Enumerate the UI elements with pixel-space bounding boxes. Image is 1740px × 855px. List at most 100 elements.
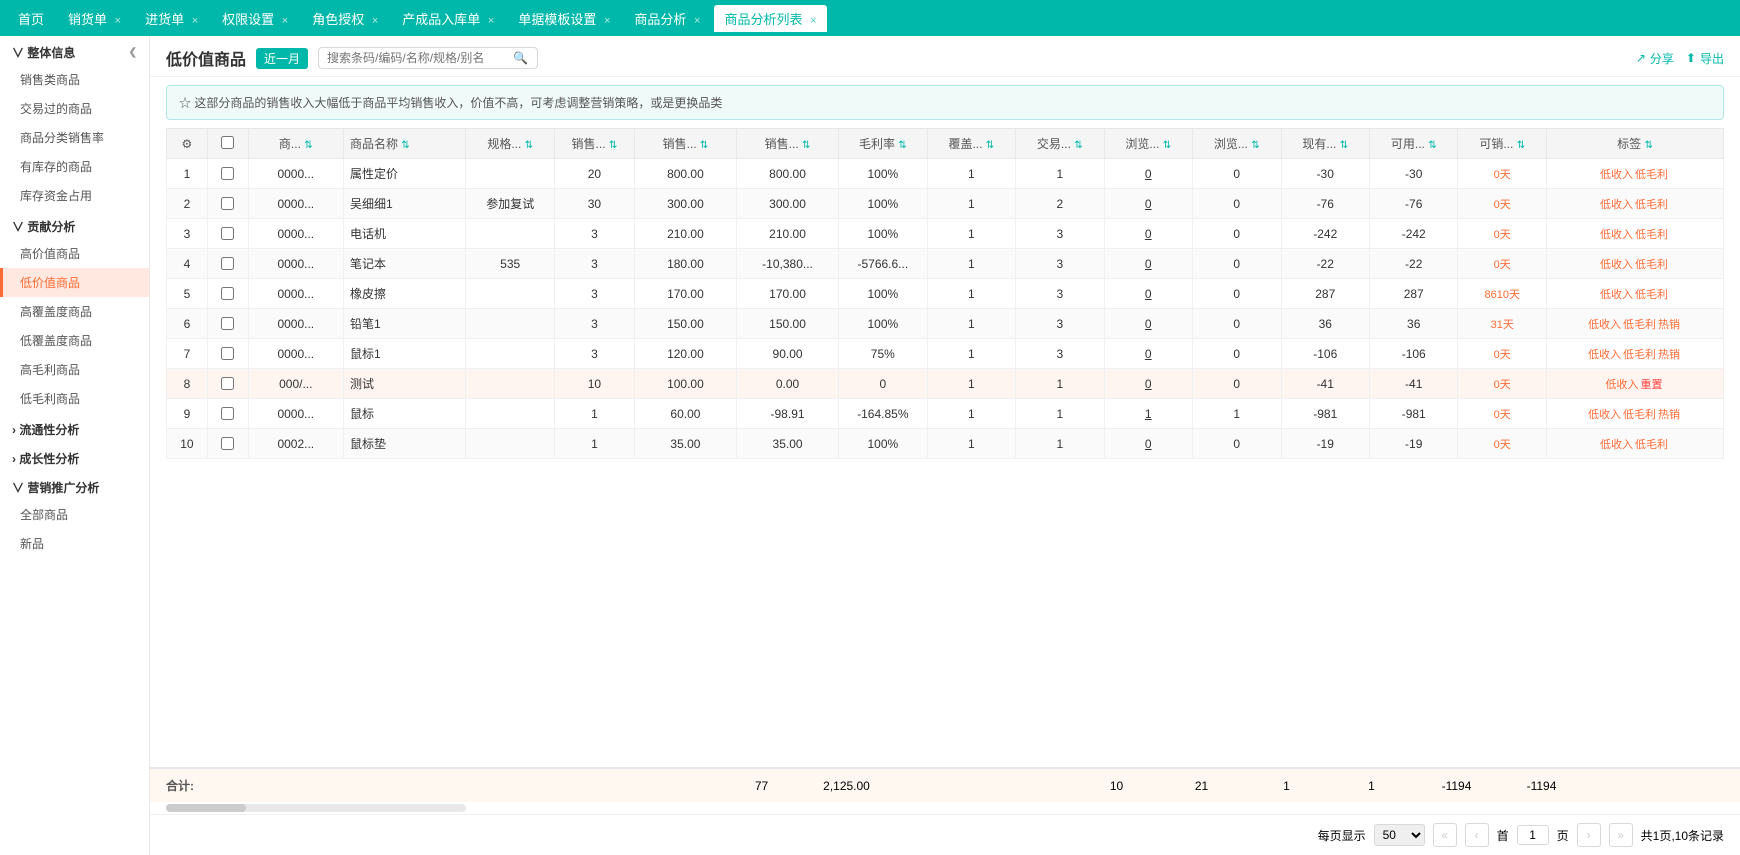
row-view1[interactable]: 0 [1104,429,1192,459]
col-header-check[interactable] [207,129,248,159]
close-icon[interactable]: × [810,15,816,27]
col-header-avail[interactable]: 可用... ⇅ [1369,129,1457,159]
row-view1[interactable]: 0 [1104,159,1192,189]
row-checkbox[interactable] [221,437,234,450]
close-icon[interactable]: × [604,15,610,27]
search-box[interactable]: 🔍 [318,47,538,69]
nav-analysis-list[interactable]: 商品分析列表 × [714,5,826,32]
horizontal-scrollbar[interactable] [166,804,466,812]
col-header-view1[interactable]: 浏览... ⇅ [1104,129,1192,159]
share-button[interactable]: ↗ 分享 [1636,50,1674,67]
row-check[interactable] [207,339,248,369]
row-check[interactable] [207,159,248,189]
row-checkbox[interactable] [221,257,234,270]
col-header-setting[interactable]: ⚙ [167,129,208,159]
col-header-sku[interactable]: 商... ⇅ [248,129,343,159]
row-checkbox[interactable] [221,377,234,390]
row-check[interactable] [207,429,248,459]
row-view1[interactable]: 1 [1104,399,1192,429]
row-checkbox[interactable] [221,317,234,330]
close-icon[interactable]: × [192,15,198,27]
view1-value[interactable]: 0 [1145,257,1152,271]
last-page-button[interactable]: » [1609,823,1633,847]
sidebar-item-low-margin[interactable]: 低毛利商品 [0,384,149,413]
close-icon[interactable]: × [694,15,700,27]
sidebar-section-growth[interactable]: › 成长性分析 [0,442,149,471]
close-icon[interactable]: × [488,15,494,27]
view1-value[interactable]: 0 [1145,287,1152,301]
row-view1[interactable]: 0 [1104,369,1192,399]
col-header-name[interactable]: 商品名称 ⇅ [343,129,466,159]
sidebar-section-overall[interactable]: ∨ 整体信息 ❮ [0,36,149,65]
nav-product-instock[interactable]: 产成品入库单 × [392,5,504,32]
nav-permissions[interactable]: 权限设置 × [212,5,298,32]
sidebar-section-liquidity[interactable]: › 流通性分析 [0,413,149,442]
view1-value[interactable]: 0 [1145,317,1152,331]
view1-value[interactable]: 0 [1145,437,1152,451]
sidebar-item-low-value[interactable]: 低价值商品 [0,268,149,297]
row-checkbox[interactable] [221,227,234,240]
row-check[interactable] [207,309,248,339]
per-page-select[interactable]: 50 100 200 [1374,824,1425,846]
view1-value[interactable]: 0 [1145,227,1152,241]
row-view1[interactable]: 0 [1104,189,1192,219]
nav-sales[interactable]: 销货单 × [58,5,131,32]
view1-value[interactable]: 1 [1145,407,1152,421]
sidebar-item-all-products[interactable]: 全部商品 [0,500,149,529]
view1-value[interactable]: 0 [1145,347,1152,361]
row-view1[interactable]: 0 [1104,339,1192,369]
date-tag[interactable]: 近一月 [256,48,308,69]
sidebar-item-new-products[interactable]: 新品 [0,529,149,558]
sidebar-item-low-coverage[interactable]: 低覆盖度商品 [0,326,149,355]
row-check[interactable] [207,219,248,249]
scroll-thumb[interactable] [166,804,246,812]
sidebar-section-marketing[interactable]: ∨ 营销推广分析 [0,471,149,500]
search-icon[interactable]: 🔍 [513,51,528,65]
sidebar-item-high-coverage[interactable]: 高覆盖度商品 [0,297,149,326]
close-icon[interactable]: × [115,15,121,27]
col-header-sale-amt[interactable]: 销售... ⇅ [634,129,736,159]
row-checkbox[interactable] [221,167,234,180]
col-header-gross[interactable]: 毛利率 ⇅ [839,129,927,159]
current-page-input[interactable] [1517,825,1549,845]
col-header-sellable[interactable]: 可销... ⇅ [1458,129,1546,159]
nav-roles[interactable]: 角色授权 × [302,5,388,32]
row-checkbox[interactable] [221,407,234,420]
export-button[interactable]: ⬆ 导出 [1686,50,1724,67]
nav-template[interactable]: 单据模板设置 × [508,5,620,32]
select-all-checkbox[interactable] [221,136,234,149]
sidebar-item-sales-products[interactable]: 销售类商品 [0,65,149,94]
col-header-view2[interactable]: 浏览... ⇅ [1193,129,1281,159]
sidebar-item-category-rate[interactable]: 商品分类销售率 [0,123,149,152]
row-check[interactable] [207,369,248,399]
row-check[interactable] [207,399,248,429]
nav-product-analysis[interactable]: 商品分析 × [624,5,710,32]
row-check[interactable] [207,189,248,219]
col-header-sale-qty[interactable]: 销售... ⇅ [554,129,634,159]
view1-value[interactable]: 0 [1145,167,1152,181]
table-container[interactable]: ⚙ 商... ⇅ 商品名称 ⇅ 规格... ⇅ 销售... ⇅ 销售... ⇅ … [150,128,1740,767]
row-view1[interactable]: 0 [1104,309,1192,339]
row-check[interactable] [207,249,248,279]
search-input[interactable] [327,51,507,65]
view1-value[interactable]: 0 [1145,377,1152,391]
close-icon[interactable]: × [372,15,378,27]
first-page-button[interactable]: « [1433,823,1457,847]
col-header-spec[interactable]: 规格... ⇅ [466,129,554,159]
row-view1[interactable]: 0 [1104,219,1192,249]
col-header-cover[interactable]: 覆盖... ⇅ [927,129,1015,159]
sidebar-item-stock-capital[interactable]: 库存资金占用 [0,181,149,210]
sidebar-item-traded-products[interactable]: 交易过的商品 [0,94,149,123]
col-header-tags[interactable]: 标签 ⇅ [1546,129,1723,159]
next-page-button[interactable]: › [1577,823,1601,847]
row-checkbox[interactable] [221,347,234,360]
prev-page-button[interactable]: ‹ [1465,823,1489,847]
close-icon[interactable]: × [282,15,288,27]
nav-home[interactable]: 首页 [8,5,54,32]
row-view1[interactable]: 0 [1104,249,1192,279]
sidebar-section-contribution[interactable]: ∨ 贡献分析 [0,210,149,239]
row-check[interactable] [207,279,248,309]
col-header-sale-avg[interactable]: 销售... ⇅ [736,129,838,159]
row-view1[interactable]: 0 [1104,279,1192,309]
sidebar-item-stocked-products[interactable]: 有库存的商品 [0,152,149,181]
